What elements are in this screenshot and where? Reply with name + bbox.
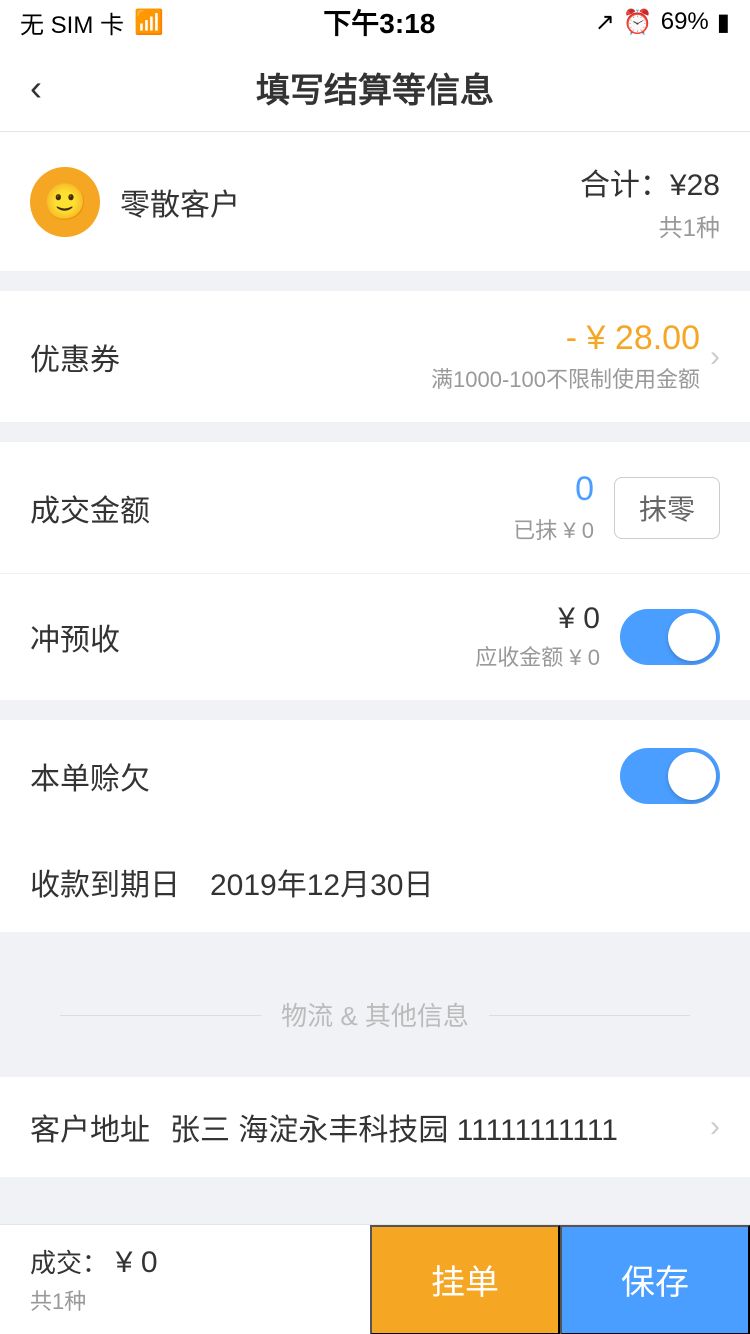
- page-title: 填写结算等信息: [256, 63, 494, 112]
- arrears-card: 本单赊欠 收款到期日 2019年12月30日: [0, 720, 750, 932]
- customer-card: 🙂 零散客户 合计：¥28 共1种: [0, 132, 750, 271]
- arrears-toggle-knob: [668, 752, 716, 800]
- status-right: ↗ ⏰ 69% ▮: [595, 8, 730, 37]
- logistics-header-inner: 物流 & 其他信息: [30, 976, 720, 1053]
- coupon-row[interactable]: 优惠券 - ¥ 28.00 满1000-100不限制使用金额 ›: [0, 291, 750, 422]
- arrears-label: 本单赊欠: [30, 754, 150, 798]
- due-date-row: 收款到期日 2019年12月30日: [0, 832, 750, 932]
- address-label: 客户地址: [30, 1105, 150, 1149]
- nav-bar: ‹ 填写结算等信息: [0, 44, 750, 132]
- coupon-discount: - ¥ 28.00: [431, 319, 700, 358]
- chong-sub-amount: 应收金额 ¥ 0: [475, 640, 600, 672]
- arrears-row: 本单赊欠: [0, 720, 750, 832]
- bottom-deal-row: 成交： ¥ 0: [30, 1243, 340, 1280]
- coupon-card: 优惠券 - ¥ 28.00 满1000-100不限制使用金额 ›: [0, 291, 750, 422]
- due-date-value[interactable]: 2019年12月30日: [210, 860, 433, 904]
- deal-amount-value[interactable]: 0: [513, 470, 594, 509]
- deal-amount-right: 0 已抹 ¥ 0 抹零: [513, 470, 720, 545]
- arrears-toggle[interactable]: [620, 748, 720, 804]
- coupon-right: - ¥ 28.00 满1000-100不限制使用金额 ›: [431, 319, 720, 394]
- coupon-label: 优惠券: [30, 335, 120, 379]
- address-chevron-icon: ›: [710, 1110, 720, 1144]
- amount-card: 成交金额 0 已抹 ¥ 0 抹零 冲预收 ¥ 0 应收金额 ¥ 0: [0, 442, 750, 700]
- due-date-label: 收款到期日: [30, 860, 180, 904]
- status-bar: 无 SIM 卡 📶 下午3:18 ↗ ⏰ 69% ▮: [0, 0, 750, 44]
- chevron-right-icon: ›: [710, 340, 720, 374]
- deal-amount-row: 成交金额 0 已抹 ¥ 0 抹零: [0, 442, 750, 574]
- alarm-icon: ⏰: [623, 8, 653, 37]
- logistics-section-header: 物流 & 其他信息: [0, 952, 750, 1077]
- bottom-summary: 成交： ¥ 0 共1种: [0, 1243, 370, 1316]
- status-left: 无 SIM 卡 📶: [20, 5, 164, 40]
- bottom-deal-label: 成交：: [30, 1248, 108, 1278]
- deal-amount-input-area: 0 已抹 ¥ 0: [513, 470, 594, 545]
- coupon-desc: 满1000-100不限制使用金额: [431, 362, 700, 394]
- chong-main-amount: ¥ 0: [475, 602, 600, 636]
- hold-button[interactable]: 挂单: [370, 1225, 560, 1334]
- deal-amount-label: 成交金额: [30, 486, 150, 530]
- chong-pre-collect-row: 冲预收 ¥ 0 应收金额 ¥ 0: [0, 574, 750, 700]
- bottom-deal-amount: ¥ 0: [116, 1246, 158, 1279]
- sim-status: 无 SIM 卡: [20, 5, 124, 40]
- status-time: 下午3:18: [323, 2, 435, 42]
- toggle-knob: [668, 613, 716, 661]
- chong-label: 冲预收: [30, 615, 120, 659]
- logistics-section-label: 物流 & 其他信息: [261, 996, 489, 1033]
- total-count: 共1种: [580, 208, 720, 243]
- customer-name: 零散客户: [120, 180, 240, 224]
- deal-amount-sub: 已抹 ¥ 0: [513, 513, 594, 545]
- chong-toggle[interactable]: [620, 609, 720, 665]
- location-icon: ↗: [595, 8, 615, 37]
- chong-amounts: ¥ 0 应收金额 ¥ 0: [475, 602, 600, 672]
- address-value: 张三 海淀永丰科技园 11111111111: [170, 1105, 618, 1149]
- avatar-icon: 🙂: [43, 181, 88, 223]
- customer-total: 合计：¥28 共1种: [580, 160, 720, 243]
- address-left: 客户地址 张三 海淀永丰科技园 11111111111: [30, 1105, 618, 1149]
- battery-level: 69%: [661, 8, 709, 36]
- main-content: 🙂 零散客户 合计：¥28 共1种 优惠券 - ¥ 28.00 满1000-10…: [0, 132, 750, 1317]
- save-button[interactable]: 保存: [560, 1225, 750, 1334]
- bottom-bar: 成交： ¥ 0 共1种 挂单 保存: [0, 1224, 750, 1334]
- avatar: 🙂: [30, 167, 100, 237]
- coupon-info: - ¥ 28.00 满1000-100不限制使用金额: [431, 319, 700, 394]
- wifi-icon: 📶: [134, 8, 164, 37]
- address-row[interactable]: 客户地址 张三 海淀永丰科技园 11111111111 ›: [0, 1077, 750, 1177]
- address-card: 客户地址 张三 海淀永丰科技园 11111111111 ›: [0, 1077, 750, 1177]
- battery-icon: ▮: [717, 8, 730, 37]
- back-button[interactable]: ‹: [30, 67, 42, 109]
- customer-row: 🙂 零散客户 合计：¥28 共1种: [0, 132, 750, 271]
- round-off-button[interactable]: 抹零: [614, 477, 720, 539]
- customer-info: 🙂 零散客户: [30, 167, 240, 237]
- total-amount: 合计：¥28: [580, 160, 720, 204]
- chong-right: ¥ 0 应收金额 ¥ 0: [475, 602, 720, 672]
- bottom-count: 共1种: [30, 1284, 340, 1316]
